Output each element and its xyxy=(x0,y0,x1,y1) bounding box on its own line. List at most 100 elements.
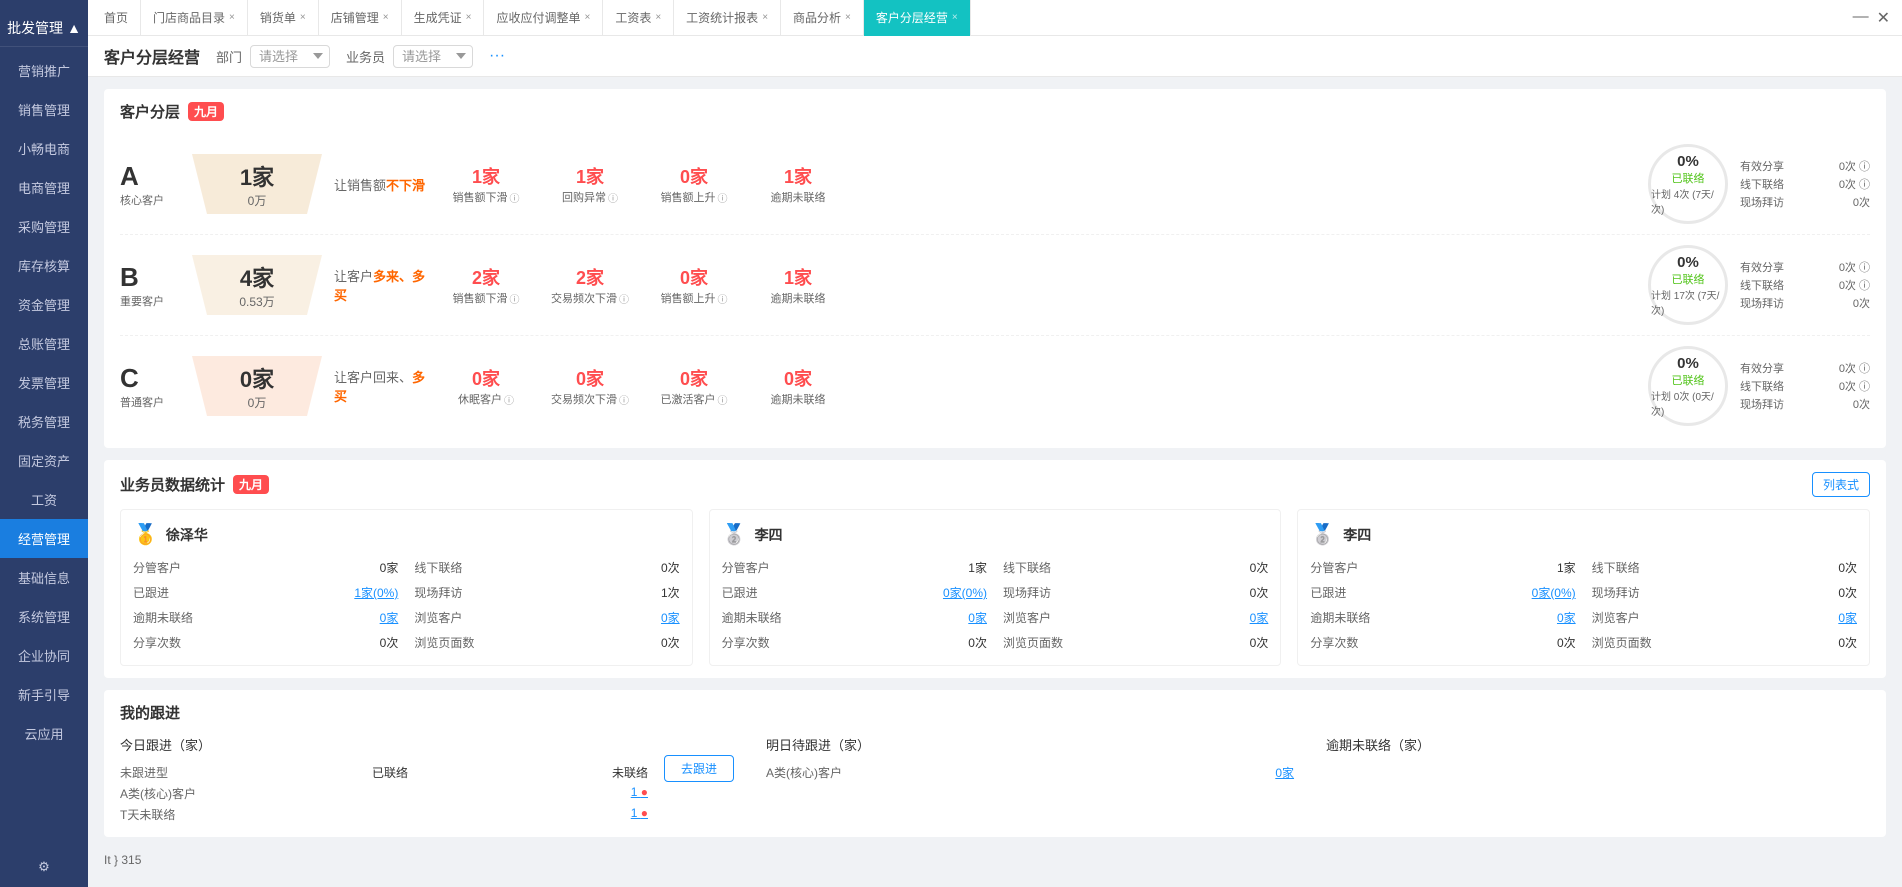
sidebar-item-management[interactable]: 经营管理 xyxy=(0,519,88,558)
sidebar-item-invoice[interactable]: 发票管理 xyxy=(0,363,88,402)
tier-b-funnel: 4家 0.53万 xyxy=(192,255,322,315)
sidebar-item-ecommerce-small[interactable]: 小畅电商 xyxy=(0,129,88,168)
tier-c-metrics: 0家 休眠客户ⓘ 0家 交易频次下滑ⓘ 0家 已激活客户ⓘ 0家 逾期未联络 xyxy=(446,365,1636,407)
tab-close-payroll-report[interactable]: × xyxy=(762,12,768,23)
staff-medal-1: 🥈 xyxy=(722,522,747,547)
tab-close-sales-order[interactable]: × xyxy=(300,12,306,23)
window-close-icon[interactable]: ✕ xyxy=(1877,8,1890,28)
sidebar-item-basic[interactable]: 基础信息 xyxy=(0,558,88,597)
metric-c-0: 0家 休眠客户ⓘ xyxy=(446,365,526,407)
staff-filter-group: 业务员 请选择 xyxy=(346,45,473,68)
follow-overdue-title: 逾期未联络（家） xyxy=(1326,735,1854,754)
staff-card-0: 🥇 徐泽华 分管客户 0家 线下联络 0次 已跟进 xyxy=(120,509,693,666)
tab-close-store-products[interactable]: × xyxy=(229,12,235,23)
tab-customer-tier[interactable]: 客户分层经营× xyxy=(864,0,971,36)
sidebar-item-collab[interactable]: 企业协同 xyxy=(0,636,88,675)
tab-adjustment[interactable]: 应收应付调整单× xyxy=(484,0,603,36)
tab-payroll-report[interactable]: 工资统计报表× xyxy=(674,0,781,36)
metric-a-2: 0家 销售额上升ⓘ xyxy=(654,163,734,205)
dept-select[interactable]: 请选择 xyxy=(250,45,330,68)
more-filters-button[interactable]: ··· xyxy=(489,47,505,65)
staff-stat-row: 线下联络 0次 xyxy=(1592,557,1857,578)
tab-home[interactable]: 首页 xyxy=(92,0,141,36)
gear-icon[interactable]: ⚙ xyxy=(26,847,62,887)
tabbar-actions: — ✕ xyxy=(1853,8,1898,28)
bottom-text: It } 315 xyxy=(104,849,1886,871)
staff-stat-row: 现场拜访 0次 xyxy=(1003,582,1268,603)
follow-section-title: 我的跟进 xyxy=(120,702,1870,723)
sidebar-item-sales[interactable]: 销售管理 xyxy=(0,90,88,129)
staff-section-title-text: 业务员数据统计 xyxy=(120,474,225,495)
tab-voucher[interactable]: 生成凭证× xyxy=(402,0,485,36)
tab-product-analysis[interactable]: 商品分析× xyxy=(781,0,864,36)
staff-medal-2: 🥈 xyxy=(1310,522,1335,547)
customer-tier-title: 客户分层 xyxy=(120,101,180,122)
follow-today-title: 今日跟进（家） xyxy=(120,735,648,754)
metric-b-0: 2家 销售额下滑ⓘ xyxy=(446,264,526,306)
staff-name-1: 李四 xyxy=(755,525,783,545)
tab-close-customer-tier[interactable]: × xyxy=(952,12,958,23)
sidebar-item-ledger[interactable]: 总账管理 xyxy=(0,324,88,363)
follow-tomorrow-row-1: A类(核心)客户 0家 xyxy=(766,762,1294,783)
metric-a-1: 1家 回购异常ⓘ xyxy=(550,163,630,205)
tab-payroll[interactable]: 工资表× xyxy=(603,0,674,36)
sidebar-item-inventory[interactable]: 库存核算 xyxy=(0,246,88,285)
staff-select[interactable]: 请选择 xyxy=(393,45,473,68)
sidebar-item-ecommerce[interactable]: 电商管理 xyxy=(0,168,88,207)
sidebar-item-finance[interactable]: 资金管理 xyxy=(0,285,88,324)
tab-store-products[interactable]: 门店商品目录× xyxy=(141,0,248,36)
list-view-button[interactable]: 列表式 xyxy=(1812,472,1870,497)
go-follow-button[interactable]: 去跟进 xyxy=(664,755,734,782)
staff-section-month: 九月 xyxy=(233,475,269,494)
tier-b-label: B 重要客户 xyxy=(120,262,180,309)
metric-c-3: 0家 逾期未联络 xyxy=(758,365,838,407)
staff-label: 业务员 xyxy=(346,47,385,66)
customer-tier-month: 九月 xyxy=(188,102,224,121)
tier-c-circle: 0% 已联络 计划 0次 (0天/次) xyxy=(1648,346,1728,426)
content-body: 客户分层 九月 A 核心客户 1家 0万 让销售额 xyxy=(88,77,1902,887)
follow-today-col: 今日跟进（家） 未跟进型 已联络 未联络 A类(核心)客户 1 ● T天未联络 … xyxy=(120,735,648,825)
sidebar-item-assets[interactable]: 固定资产 xyxy=(0,441,88,480)
staff-stats-0: 分管客户 0家 线下联络 0次 已跟进 1家(0%) 现场拜访 xyxy=(133,557,680,653)
staff-stat-row: 逾期未联络 0家 xyxy=(722,607,987,628)
sidebar-item-guide[interactable]: 新手引导 xyxy=(0,675,88,714)
sidebar: 批发管理 ▲ 营销推广 销售管理 小畅电商 电商管理 采购管理 库存核算 资金管… xyxy=(0,0,88,887)
tier-b-slogan: 让客户多来、多买 xyxy=(334,266,434,304)
metric-c-2: 0家 已激活客户ⓘ xyxy=(654,365,734,407)
staff-stat-row: 已跟进 1家(0%) xyxy=(133,582,398,603)
staff-stats-1: 分管客户 1家 线下联络 0次 已跟进 0家(0%) 现场拜访 xyxy=(722,557,1269,653)
staff-stat-row: 浏览客户 0家 xyxy=(1592,607,1857,628)
staff-name-2: 李四 xyxy=(1343,525,1371,545)
sidebar-item-purchase[interactable]: 采购管理 xyxy=(0,207,88,246)
sidebar-item-marketing[interactable]: 营销推广 xyxy=(0,51,88,90)
staff-card-2: 🥈 李四 分管客户 1家 线下联络 0次 已跟进 xyxy=(1297,509,1870,666)
dept-label: 部门 xyxy=(216,47,242,66)
metric-a-0: 1家 销售额下滑ⓘ xyxy=(446,163,526,205)
tab-close-product-analysis[interactable]: × xyxy=(845,12,851,23)
staff-stat-row: 浏览页面数 0次 xyxy=(1592,632,1857,653)
metric-a-3: 1家 逾期未联络 xyxy=(758,163,838,205)
tab-sales-order[interactable]: 销货单× xyxy=(248,0,319,36)
tier-a-label: A 核心客户 xyxy=(120,161,180,208)
window-minimize-icon[interactable]: — xyxy=(1853,8,1869,28)
staff-stat-row: 分享次数 0次 xyxy=(1310,632,1575,653)
staff-stat-row: 逾期未联络 0家 xyxy=(133,607,398,628)
staff-stat-row: 分管客户 0家 xyxy=(133,557,398,578)
tab-close-voucher[interactable]: × xyxy=(466,12,472,23)
staff-stat-row: 浏览页面数 0次 xyxy=(1003,632,1268,653)
tabbar: 首页 门店商品目录× 销货单× 店铺管理× 生成凭证× 应收应付调整单× 工资表… xyxy=(88,0,1902,36)
tab-close-shop-mgmt[interactable]: × xyxy=(383,12,389,23)
staff-stat-row: 浏览客户 0家 xyxy=(1003,607,1268,628)
tab-shop-mgmt[interactable]: 店铺管理× xyxy=(319,0,402,36)
follow-overdue-col: 逾期未联络（家） xyxy=(1310,735,1870,762)
sidebar-item-system[interactable]: 系统管理 xyxy=(0,597,88,636)
follow-today-row-2: A类(核心)客户 1 ● xyxy=(120,783,648,804)
tab-close-adjustment[interactable]: × xyxy=(584,12,590,23)
staff-stat-row: 已跟进 0家(0%) xyxy=(1310,582,1575,603)
sidebar-item-payroll[interactable]: 工资 xyxy=(0,480,88,519)
staff-stat-row: 分管客户 1家 xyxy=(722,557,987,578)
tab-close-payroll[interactable]: × xyxy=(655,12,661,23)
sidebar-item-cloud[interactable]: 云应用 xyxy=(0,714,88,753)
sidebar-item-tax[interactable]: 税务管理 xyxy=(0,402,88,441)
tier-c-slogan: 让客户回来、多买 xyxy=(334,367,434,405)
